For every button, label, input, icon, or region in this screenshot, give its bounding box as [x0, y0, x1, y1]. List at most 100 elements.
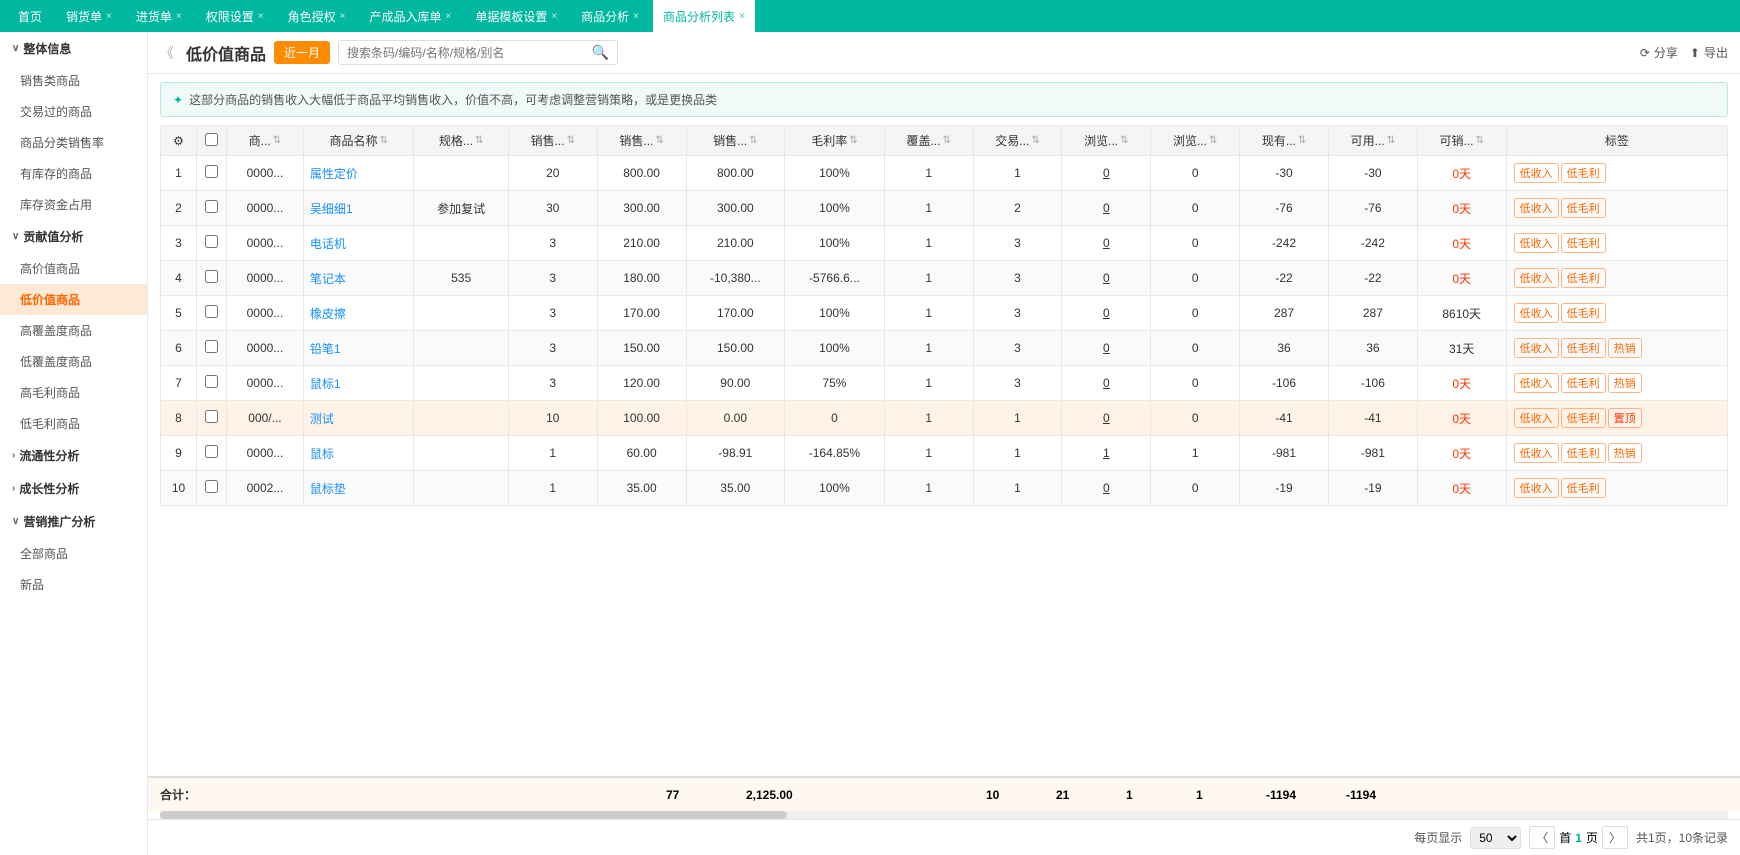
row-checkbox[interactable] — [205, 375, 218, 388]
nav-close-warehouse[interactable]: × — [445, 11, 451, 22]
row-checkbox[interactable] — [205, 480, 218, 493]
sort-icon-sale-amt[interactable]: ⇅ — [749, 135, 757, 146]
row-checkbox[interactable] — [205, 235, 218, 248]
nav-item-warehouse[interactable]: 产成品入库单 × — [359, 0, 461, 32]
nav-close-sales[interactable]: × — [106, 11, 112, 22]
cell-checkbox[interactable] — [197, 331, 227, 366]
cell-checkbox[interactable] — [197, 191, 227, 226]
col-sale-amt[interactable]: 销售...⇅ — [686, 126, 785, 156]
row-checkbox[interactable] — [205, 200, 218, 213]
nav-close-permissions[interactable]: × — [258, 11, 264, 22]
sort-icon-view2[interactable]: ⇅ — [1209, 135, 1217, 146]
sort-icon-trade[interactable]: ⇅ — [1031, 135, 1039, 146]
sort-icon-gross-rate[interactable]: ⇅ — [849, 135, 857, 146]
export-button[interactable]: ⬆ 导出 — [1690, 44, 1728, 61]
sidebar-group-growth[interactable]: › 成长性分析 — [0, 472, 147, 505]
cell-name[interactable]: 属性定价 — [303, 156, 414, 191]
nav-item-product-list[interactable]: 商品分析列表 × — [653, 0, 755, 32]
sidebar-item-new-products[interactable]: 新品 — [0, 569, 147, 600]
col-coverage[interactable]: 覆盖...⇅ — [884, 126, 973, 156]
cell-checkbox[interactable] — [197, 296, 227, 331]
sidebar-group-circulation[interactable]: › 流通性分析 — [0, 439, 147, 472]
cell-view1[interactable]: 0 — [1062, 471, 1151, 506]
sort-icon-spec[interactable]: ⇅ — [475, 135, 483, 146]
cell-name[interactable]: 笔记本 — [303, 261, 414, 296]
col-sale-qty[interactable]: 销售...⇅ — [508, 126, 597, 156]
cell-view1[interactable]: 0 — [1062, 191, 1151, 226]
row-checkbox[interactable] — [205, 165, 218, 178]
nav-item-template[interactable]: 单据模板设置 × — [465, 0, 567, 32]
sort-icon-current[interactable]: ⇅ — [1298, 135, 1306, 146]
sidebar-item-high-margin[interactable]: 高毛利商品 — [0, 377, 147, 408]
sort-icon-view1[interactable]: ⇅ — [1120, 135, 1128, 146]
row-checkbox[interactable] — [205, 445, 218, 458]
horizontal-scrollbar[interactable] — [160, 811, 1728, 819]
col-view2[interactable]: 浏览...⇅ — [1151, 126, 1240, 156]
sidebar-item-high-coverage[interactable]: 高覆盖度商品 — [0, 315, 147, 346]
nav-item-product-analysis[interactable]: 商品分析 × — [571, 0, 649, 32]
col-settings[interactable]: ⚙ — [161, 126, 197, 156]
sidebar-item-stock-products[interactable]: 有库存的商品 — [0, 158, 147, 189]
sidebar-group-overall[interactable]: ∨ 整体信息 — [0, 32, 147, 65]
scrollbar-thumb[interactable] — [160, 811, 787, 819]
cell-name[interactable]: 吴细细1 — [303, 191, 414, 226]
cell-checkbox[interactable] — [197, 156, 227, 191]
sort-icon-sellable[interactable]: ⇅ — [1476, 135, 1484, 146]
sidebar-item-all-products[interactable]: 全部商品 — [0, 538, 147, 569]
sort-icon-available[interactable]: ⇅ — [1387, 135, 1395, 146]
col-gross-rate[interactable]: 毛利率⇅ — [785, 126, 885, 156]
cell-name[interactable]: 鼠标1 — [303, 366, 414, 401]
col-sellable[interactable]: 可销...⇅ — [1417, 126, 1506, 156]
nav-close-product-analysis[interactable]: × — [633, 11, 639, 22]
cell-checkbox[interactable] — [197, 261, 227, 296]
cell-name[interactable]: 铅笔1 — [303, 331, 414, 366]
cell-view1[interactable]: 0 — [1062, 366, 1151, 401]
settings-icon[interactable]: ⚙ — [173, 134, 184, 148]
sidebar-group-marketing[interactable]: ∨ 营销推广分析 — [0, 505, 147, 538]
cell-view1[interactable]: 0 — [1062, 226, 1151, 261]
cell-checkbox[interactable] — [197, 226, 227, 261]
col-spec[interactable]: 规格...⇅ — [414, 126, 508, 156]
sidebar-item-high-value[interactable]: 高价值商品 — [0, 253, 147, 284]
sidebar-item-low-margin[interactable]: 低毛利商品 — [0, 408, 147, 439]
sidebar-item-traded-products[interactable]: 交易过的商品 — [0, 96, 147, 127]
col-view1[interactable]: 浏览...⇅ — [1062, 126, 1151, 156]
page-first-button[interactable]: 〈 — [1529, 826, 1555, 849]
sidebar-item-sales-products[interactable]: 销售类商品 — [0, 65, 147, 96]
nav-close-template[interactable]: × — [551, 11, 557, 22]
nav-item-home[interactable]: 首页 — [8, 0, 52, 32]
sidebar-item-low-coverage[interactable]: 低覆盖度商品 — [0, 346, 147, 377]
col-code[interactable]: 商...⇅ — [227, 126, 304, 156]
col-available[interactable]: 可用...⇅ — [1328, 126, 1417, 156]
cell-checkbox[interactable] — [197, 401, 227, 436]
cell-checkbox[interactable] — [197, 436, 227, 471]
cell-name[interactable]: 橡皮擦 — [303, 296, 414, 331]
cell-view1[interactable]: 0 — [1062, 401, 1151, 436]
share-button[interactable]: ⟳ 分享 — [1640, 44, 1678, 61]
cell-checkbox[interactable] — [197, 471, 227, 506]
col-name[interactable]: 商品名称⇅ — [303, 126, 414, 156]
nav-item-sales[interactable]: 销货单 × — [56, 0, 122, 32]
cell-name[interactable]: 电话机 — [303, 226, 414, 261]
cell-name[interactable]: 测试 — [303, 401, 414, 436]
nav-item-permissions[interactable]: 权限设置 × — [196, 0, 274, 32]
sidebar-group-contribution[interactable]: ∨ 贡献值分析 — [0, 220, 147, 253]
nav-close-roles[interactable]: × — [340, 11, 346, 22]
select-all-checkbox[interactable] — [205, 133, 218, 146]
collapse-sidebar-button[interactable]: 《 — [160, 43, 174, 63]
sidebar-item-low-value[interactable]: 低价值商品 — [0, 284, 147, 315]
col-current[interactable]: 现有...⇅ — [1240, 126, 1329, 156]
row-checkbox[interactable] — [205, 305, 218, 318]
search-input[interactable] — [347, 46, 588, 60]
nav-close-product-list[interactable]: × — [739, 11, 745, 22]
sort-icon-sale-qty[interactable]: ⇅ — [567, 135, 575, 146]
cell-view1[interactable]: 0 — [1062, 331, 1151, 366]
col-sale-price[interactable]: 销售...⇅ — [597, 126, 686, 156]
cell-view1[interactable]: 1 — [1062, 436, 1151, 471]
row-checkbox[interactable] — [205, 410, 218, 423]
nav-item-roles[interactable]: 角色授权 × — [278, 0, 356, 32]
cell-name[interactable]: 鼠标 — [303, 436, 414, 471]
sidebar-item-category-sales-rate[interactable]: 商品分类销售率 — [0, 127, 147, 158]
sidebar-item-stock-capital[interactable]: 库存资金占用 — [0, 189, 147, 220]
sort-icon-coverage[interactable]: ⇅ — [942, 135, 950, 146]
